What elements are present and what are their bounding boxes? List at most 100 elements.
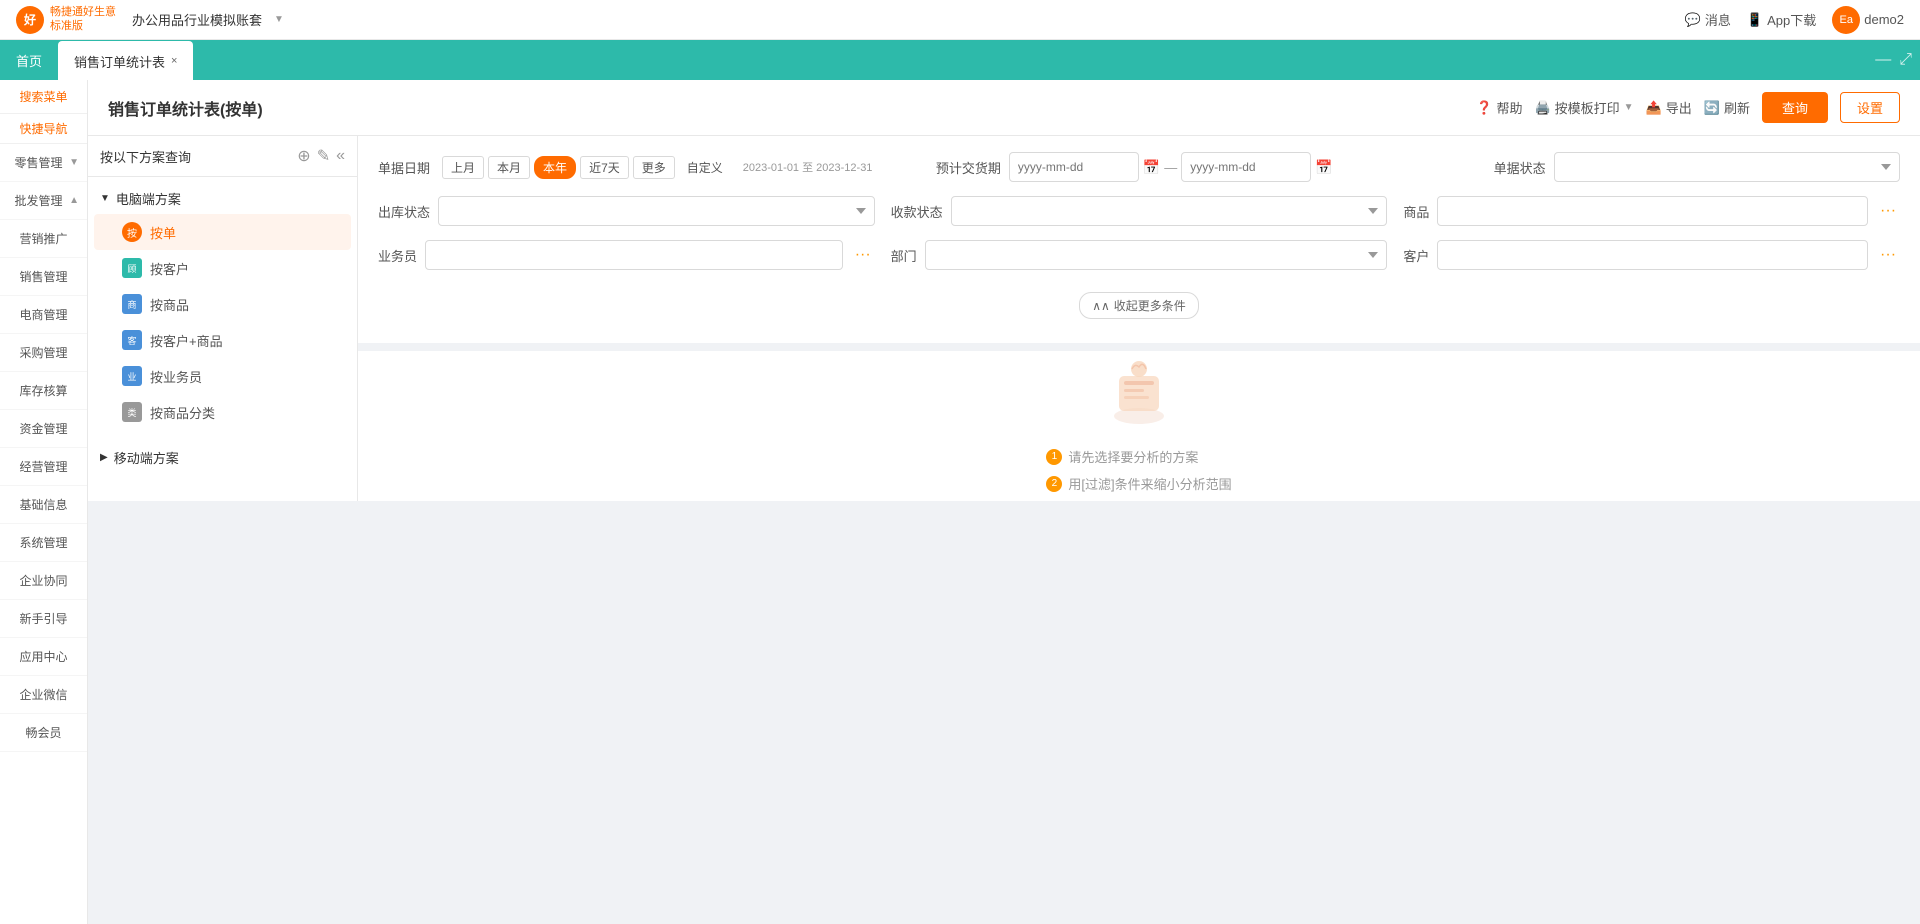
filter-row-people: 业务员 ··· 部门 客户 · xyxy=(378,240,1900,270)
sidebar-item-wholesale[interactable]: 批发管理 ▲ xyxy=(0,182,87,220)
sidebar-item-basic[interactable]: 基础信息 xyxy=(0,486,87,524)
sidebar-item-retail[interactable]: 零售管理 ▼ xyxy=(0,144,87,182)
sidebar-item-finance[interactable]: 资金管理 xyxy=(0,410,87,448)
expected-delivery-end[interactable] xyxy=(1181,152,1311,182)
ship-status-select[interactable] xyxy=(438,196,875,226)
sidebar-item-inventory[interactable]: 库存核算 xyxy=(0,372,87,410)
empty-tips-list: 1 请先选择要分析的方案 2 用[过滤]条件来缩小分析范围 xyxy=(1046,447,1231,501)
settings-button[interactable]: 设置 xyxy=(1840,92,1900,123)
help-icon: ❓ xyxy=(1476,100,1492,116)
salesperson-label: 业务员 xyxy=(378,246,417,265)
filter-row-status: 出库状态 收款状态 商品 xyxy=(378,196,1900,226)
chevron-down-icon: ▼ xyxy=(100,193,110,204)
ship-status-label: 出库状态 xyxy=(378,202,430,221)
calendar-start-icon[interactable]: 📅 xyxy=(1143,159,1160,176)
filter-item-expected-delivery: 预计交货期 📅 — 📅 xyxy=(936,152,1478,182)
sidebar-item-purchase[interactable]: 采购管理 xyxy=(0,334,87,372)
filter-panel: 单据日期 上月 本月 本年 近7天 更多 自定义 2023-01-01 至 20… xyxy=(358,136,1920,343)
this-year-button[interactable]: 本年 xyxy=(534,156,576,179)
customer-input[interactable] xyxy=(1437,240,1868,270)
export-icon: 📤 xyxy=(1646,100,1662,116)
tab-minimize-button[interactable]: — xyxy=(1875,51,1891,69)
scheme-group-mobile-title[interactable]: ▶ 移动端方案 xyxy=(88,442,357,473)
sidebar-search[interactable]: 搜索菜单 xyxy=(0,80,87,114)
filter-item-doc-status: 单据状态 xyxy=(1494,152,1900,182)
scheme-group-mobile: ▶ 移动端方案 xyxy=(88,436,357,479)
calendar-end-icon[interactable]: 📅 xyxy=(1315,159,1332,176)
filter-item-date: 单据日期 上月 本月 本年 近7天 更多 自定义 2023-01-01 至 20… xyxy=(378,156,920,179)
scheme-item-by-cust-prod[interactable]: 客 按客户+商品 xyxy=(94,322,351,358)
chevron-down-icon: ▼ xyxy=(69,157,79,168)
content-area: 销售订单统计表(按单) ❓ 帮助 🖨️ 按模板打印 ▼ 📤 导出 🔄 刷新 xyxy=(88,80,1920,924)
edit-scheme-icon[interactable]: ✎ xyxy=(317,146,330,166)
sidebar-quick-nav[interactable]: 快捷导航 xyxy=(0,114,87,144)
scheme-header-title: 按以下方案查询 xyxy=(100,147,191,166)
scheme-header: 按以下方案查询 ⊕ ✎ « xyxy=(88,136,357,177)
department-select[interactable] xyxy=(925,240,1388,270)
sidebar-item-ecommerce[interactable]: 电商管理 xyxy=(0,296,87,334)
sidebar-item-vip[interactable]: 畅会员 xyxy=(0,714,87,752)
filter-item-goods: 商品 ··· xyxy=(1403,196,1900,226)
goods-label: 商品 xyxy=(1403,202,1429,221)
app-title-dropdown-icon[interactable]: ▼ xyxy=(274,14,284,25)
tab-home[interactable]: 首页 xyxy=(0,40,58,80)
scheme-icon-category: 类 xyxy=(122,402,142,422)
department-label: 部门 xyxy=(891,246,917,265)
scheme-group-pc-title[interactable]: ▼ 电脑端方案 xyxy=(88,183,357,214)
app-download-button[interactable]: 📱 App下载 xyxy=(1747,10,1816,29)
top-bar-right: 💬 消息 📱 App下载 Ea demo2 xyxy=(1685,6,1904,34)
refresh-icon: 🔄 xyxy=(1704,100,1720,116)
salesperson-input[interactable] xyxy=(425,240,843,270)
scheme-item-by-customer[interactable]: 顾 按客户 xyxy=(94,250,351,286)
sidebar-item-wechat[interactable]: 企业微信 xyxy=(0,676,87,714)
logo-icon: 好 xyxy=(16,6,44,34)
last-month-button[interactable]: 上月 xyxy=(442,156,484,179)
collapse-button[interactable]: ∧∧ 收起更多条件 xyxy=(1079,292,1199,319)
main-layout: 搜索菜单 快捷导航 零售管理 ▼ 批发管理 ▲ 营销推广 销售管理 电商管理 采… xyxy=(0,80,1920,924)
message-icon: 💬 xyxy=(1685,12,1701,28)
logo-text: 畅捷通好生意 标准版 xyxy=(50,6,116,32)
add-scheme-icon[interactable]: ⊕ xyxy=(297,146,310,166)
refresh-button[interactable]: 🔄 刷新 xyxy=(1704,98,1750,117)
print-button[interactable]: 🖨️ 按模板打印 ▼ xyxy=(1534,98,1633,117)
customer-more-icon[interactable]: ··· xyxy=(1876,246,1900,264)
last-7days-button[interactable]: 近7天 xyxy=(580,156,629,179)
custom-date-button[interactable]: 自定义 xyxy=(679,157,731,178)
goods-input[interactable] xyxy=(1437,196,1868,226)
tab-close-icon[interactable]: × xyxy=(171,55,177,67)
scheme-item-by-category[interactable]: 类 按商品分类 xyxy=(94,394,351,430)
sidebar-item-marketing[interactable]: 营销推广 xyxy=(0,220,87,258)
this-month-button[interactable]: 本月 xyxy=(488,156,530,179)
query-button[interactable]: 查询 xyxy=(1762,92,1828,123)
message-button[interactable]: 💬 消息 xyxy=(1685,10,1731,29)
scheme-icon-product: 商 xyxy=(122,294,142,314)
collapse-scheme-icon[interactable]: « xyxy=(336,147,345,165)
expected-delivery-start[interactable] xyxy=(1009,152,1139,182)
user-avatar-button[interactable]: Ea demo2 xyxy=(1832,6,1904,34)
scheme-item-by-salesperson[interactable]: 业 按业务员 xyxy=(94,358,351,394)
export-button[interactable]: 📤 导出 xyxy=(1646,98,1692,117)
sidebar-item-appstore[interactable]: 应用中心 xyxy=(0,638,87,676)
goods-more-icon[interactable]: ··· xyxy=(1876,202,1900,220)
tab-sales-stat[interactable]: 销售订单统计表 × xyxy=(58,41,193,81)
scheme-item-by-product[interactable]: 商 按商品 xyxy=(94,286,351,322)
print-icon: 🖨️ xyxy=(1534,100,1550,116)
date-label: 单据日期 xyxy=(378,158,430,177)
avatar: Ea xyxy=(1832,6,1860,34)
sidebar-item-enterprise[interactable]: 企业协同 xyxy=(0,562,87,600)
sidebar-item-operations[interactable]: 经营管理 xyxy=(0,448,87,486)
scheme-icon-order: 按 xyxy=(122,222,142,242)
scheme-item-by-order[interactable]: 按 按单 xyxy=(94,214,351,250)
doc-status-select[interactable] xyxy=(1554,152,1900,182)
scheme-icon-cust-prod: 客 xyxy=(122,330,142,350)
sidebar-item-system[interactable]: 系统管理 xyxy=(0,524,87,562)
tab-maximize-button[interactable]: ⤢ xyxy=(1899,51,1912,69)
sidebar-item-sales[interactable]: 销售管理 xyxy=(0,258,87,296)
scheme-actions: ⊕ ✎ « xyxy=(297,146,345,166)
more-dates-button[interactable]: 更多 xyxy=(633,156,675,179)
help-button[interactable]: ❓ 帮助 xyxy=(1476,98,1522,117)
sidebar-item-newbie[interactable]: 新手引导 xyxy=(0,600,87,638)
salesperson-more-icon[interactable]: ··· xyxy=(851,246,875,264)
filter-item-ship-status: 出库状态 xyxy=(378,196,875,226)
payment-status-select[interactable] xyxy=(951,196,1388,226)
